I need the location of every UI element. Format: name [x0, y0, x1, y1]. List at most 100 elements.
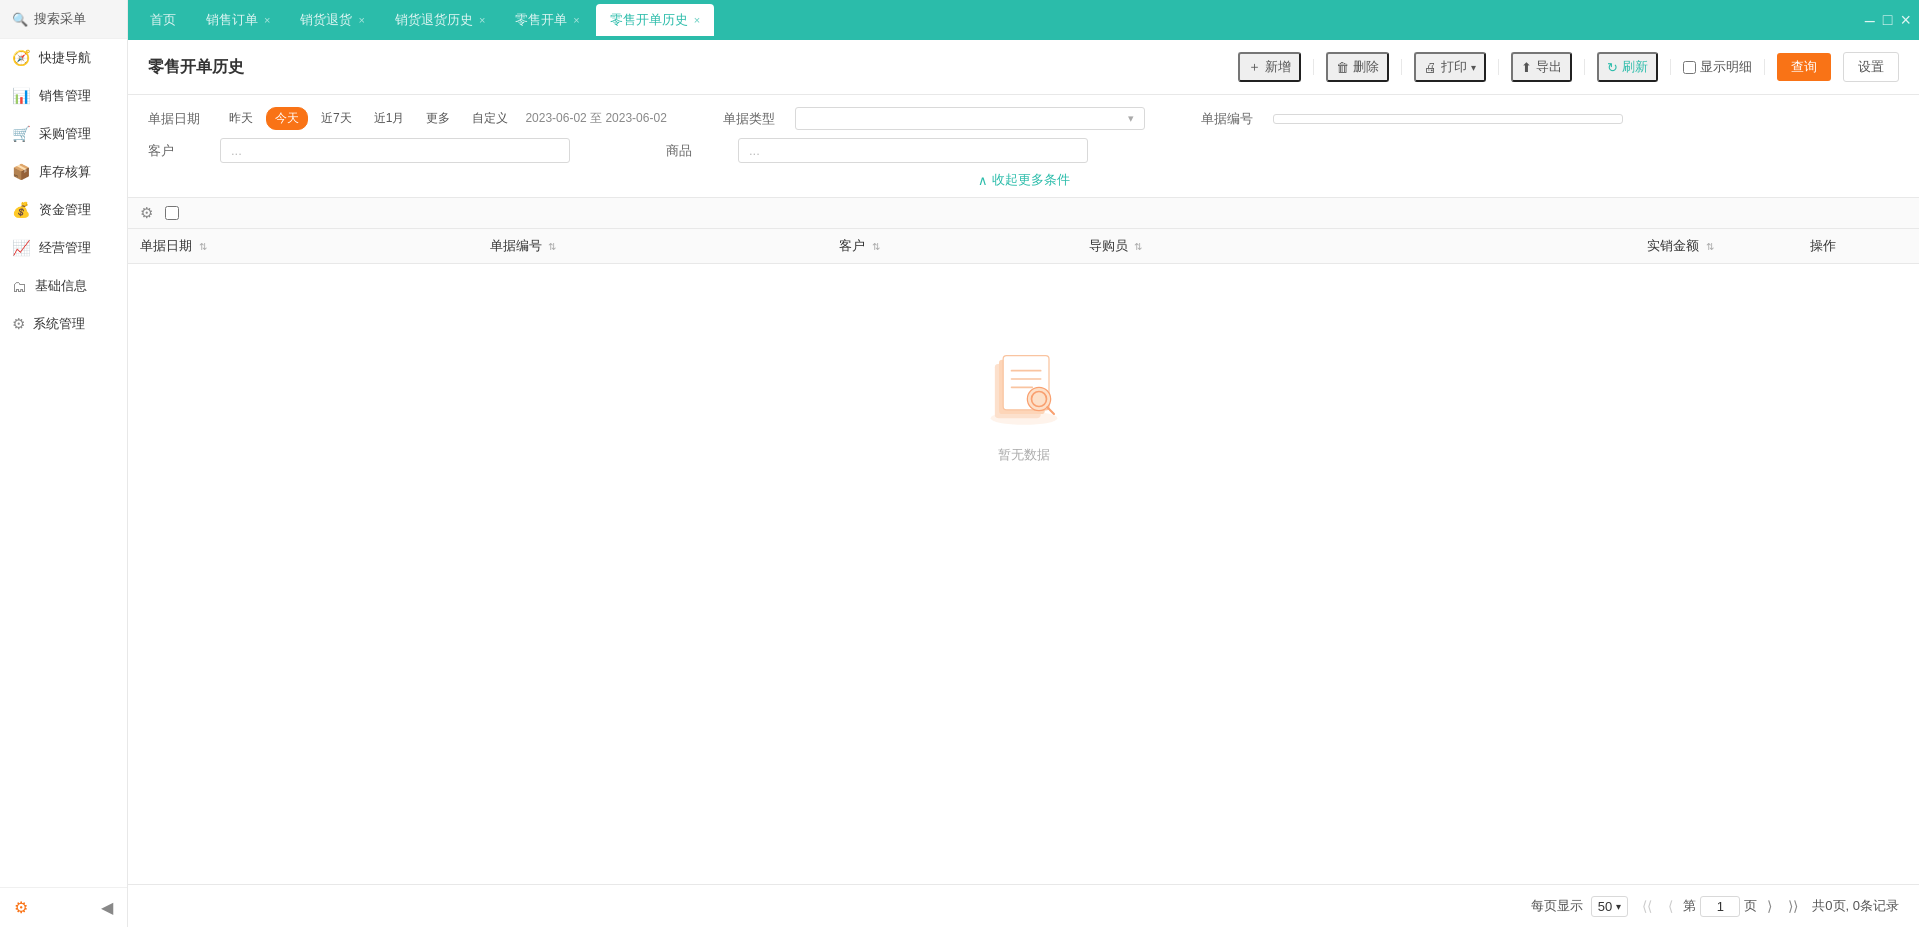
finance-icon: 💰: [12, 201, 31, 219]
refresh-icon: ↻: [1607, 60, 1618, 75]
pagination-nav: ⟨⟨ ⟨ 第 页 ⟩ ⟩⟩: [1636, 895, 1804, 917]
col-actions: 操作: [1726, 229, 1919, 264]
sidebar-item-inventory[interactable]: 📦 库存核算: [0, 153, 127, 191]
page-first-btn[interactable]: ⟨⟨: [1636, 895, 1658, 917]
date-btn-more[interactable]: 更多: [417, 107, 459, 130]
footer-collapse-icon[interactable]: ◀: [101, 898, 113, 917]
empty-text: 暂无数据: [998, 446, 1050, 464]
tab-sales-return-history-close[interactable]: ×: [479, 14, 485, 26]
tab-sales-return-history[interactable]: 销货退货历史 ×: [381, 4, 499, 36]
query-button[interactable]: 查询: [1777, 53, 1831, 81]
page-suffix: 页: [1744, 897, 1757, 915]
sidebar-item-purchase-mgmt[interactable]: 🛒 采购管理: [0, 115, 127, 153]
doc-type-label: 单据类型: [723, 110, 779, 128]
settings-button[interactable]: 设置: [1843, 52, 1899, 82]
empty-state: 暂无数据: [128, 264, 1919, 544]
sidebar-item-base-info[interactable]: 🗂 基础信息: [0, 267, 127, 305]
date-btn-last-month[interactable]: 近1月: [365, 107, 414, 130]
col-date: 单据日期 ⇅: [128, 229, 478, 264]
sidebar-item-finance[interactable]: 💰 资金管理: [0, 191, 127, 229]
tab-retail-history-close[interactable]: ×: [694, 14, 700, 26]
delete-button[interactable]: 🗑 删除: [1326, 52, 1389, 82]
window-minimize-btn[interactable]: –: [1865, 10, 1875, 31]
select-all-checkbox[interactable]: [165, 206, 179, 220]
date-btn-today[interactable]: 今天: [266, 107, 308, 130]
tab-retail-open-label: 零售开单: [515, 11, 567, 29]
col-number-sort[interactable]: ⇅: [548, 241, 556, 252]
refresh-label: 刷新: [1622, 58, 1648, 76]
add-icon: ＋: [1248, 58, 1261, 76]
footer-settings-icon[interactable]: ⚙: [14, 898, 28, 917]
svg-line-9: [1047, 407, 1054, 414]
page-prev-btn[interactable]: ⟨: [1662, 895, 1679, 917]
sidebar: 🔍 搜索采单 🧭 快捷导航 📊 销售管理 🛒 采购管理 📦 库存核算 💰 资金管…: [0, 0, 128, 927]
toolbar-divider-4: [1584, 59, 1585, 75]
data-table: 单据日期 ⇅ 单据编号 ⇅ 客户 ⇅: [128, 229, 1919, 264]
tab-bar: 首页 销售订单 × 销货退货 × 销货退货历史 × 零售开单 × 零售开单历史 …: [128, 0, 1919, 40]
total-info: 共0页, 0条记录: [1812, 897, 1899, 915]
print-dropdown-icon: ▾: [1471, 62, 1476, 73]
per-page-select[interactable]: 50 ▾: [1591, 896, 1628, 917]
doc-type-select[interactable]: ▾: [795, 107, 1145, 130]
display-detail-toggle[interactable]: 显示明细: [1683, 58, 1752, 76]
tab-sales-order[interactable]: 销售订单 ×: [192, 4, 284, 36]
col-number: 单据编号 ⇅: [478, 229, 828, 264]
col-amount-label: 实销金额: [1647, 238, 1699, 253]
sidebar-item-sales-mgmt[interactable]: 📊 销售管理: [0, 77, 127, 115]
customer-label: 客户: [148, 142, 204, 160]
display-detail-checkbox[interactable]: [1683, 61, 1696, 74]
date-btn-last7[interactable]: 近7天: [312, 107, 361, 130]
inventory-icon: 📦: [12, 163, 31, 181]
refresh-button[interactable]: ↻ 刷新: [1597, 52, 1658, 82]
col-salesperson-sort[interactable]: ⇅: [1134, 241, 1142, 252]
goods-input[interactable]: ...: [738, 138, 1088, 163]
date-btn-custom[interactable]: 自定义: [463, 107, 517, 130]
add-button[interactable]: ＋ 新增: [1238, 52, 1301, 82]
col-salesperson: 导购员 ⇅: [1077, 229, 1377, 264]
doc-number-input[interactable]: [1273, 114, 1623, 124]
tab-retail-history[interactable]: 零售开单历史 ×: [596, 4, 714, 36]
per-page-dropdown-icon: ▾: [1616, 901, 1621, 912]
tab-sales-order-close[interactable]: ×: [264, 14, 270, 26]
toolbar-divider-3: [1498, 59, 1499, 75]
table-settings-icon[interactable]: ⚙: [140, 204, 153, 222]
quick-nav-icon: 🧭: [12, 49, 31, 67]
col-customer-sort[interactable]: ⇅: [872, 241, 880, 252]
tab-home[interactable]: 首页: [136, 4, 190, 36]
col-salesperson-label: 导购员: [1089, 238, 1128, 253]
collapse-button[interactable]: ∧ 收起更多条件: [148, 171, 1899, 189]
col-amount-sort[interactable]: ⇅: [1706, 241, 1714, 252]
page-last-btn[interactable]: ⟩⟩: [1782, 895, 1804, 917]
sidebar-item-label: 资金管理: [39, 201, 91, 219]
main-content: 首页 销售订单 × 销货退货 × 销货退货历史 × 零售开单 × 零售开单历史 …: [128, 0, 1919, 927]
tab-sales-return-close[interactable]: ×: [358, 14, 364, 26]
window-maximize-btn[interactable]: □: [1883, 11, 1893, 29]
filter-row-2: 客户 ... 商品 ...: [148, 138, 1899, 163]
tab-retail-open[interactable]: 零售开单 ×: [501, 4, 593, 36]
sidebar-search[interactable]: 🔍 搜索采单: [0, 0, 127, 39]
page-next-btn[interactable]: ⟩: [1761, 895, 1778, 917]
col-date-label: 单据日期: [140, 238, 192, 253]
settings-label: 设置: [1858, 59, 1884, 74]
tab-retail-open-close[interactable]: ×: [573, 14, 579, 26]
customer-input[interactable]: ...: [220, 138, 570, 163]
page-number-input[interactable]: [1700, 896, 1740, 917]
filter-row-1: 单据日期 昨天 今天 近7天 近1月 更多 自定义 2023-06-02 至 2…: [148, 107, 1899, 130]
sidebar-item-operations[interactable]: 📈 经营管理: [0, 229, 127, 267]
purchase-mgmt-icon: 🛒: [12, 125, 31, 143]
export-button[interactable]: ⬆ 导出: [1511, 52, 1572, 82]
sidebar-item-sys-mgmt[interactable]: ⚙ 系统管理: [0, 305, 127, 343]
sidebar-item-label: 快捷导航: [39, 49, 91, 67]
tab-sales-return[interactable]: 销货退货 ×: [286, 4, 378, 36]
toolbar-divider-1: [1313, 59, 1314, 75]
sidebar-item-quick-nav[interactable]: 🧭 快捷导航: [0, 39, 127, 77]
print-button[interactable]: 🖨 打印 ▾: [1414, 52, 1486, 82]
window-close-btn[interactable]: ×: [1900, 10, 1911, 31]
col-date-sort[interactable]: ⇅: [199, 241, 207, 252]
date-btn-yesterday[interactable]: 昨天: [220, 107, 262, 130]
sys-mgmt-icon: ⚙: [12, 315, 25, 333]
page-header: 零售开单历史 ＋ 新增 🗑 删除 🖨 打印 ▾: [128, 40, 1919, 95]
goods-label: 商品: [666, 142, 722, 160]
toolbar-divider-5: [1670, 59, 1671, 75]
sidebar-item-label: 基础信息: [35, 277, 87, 295]
